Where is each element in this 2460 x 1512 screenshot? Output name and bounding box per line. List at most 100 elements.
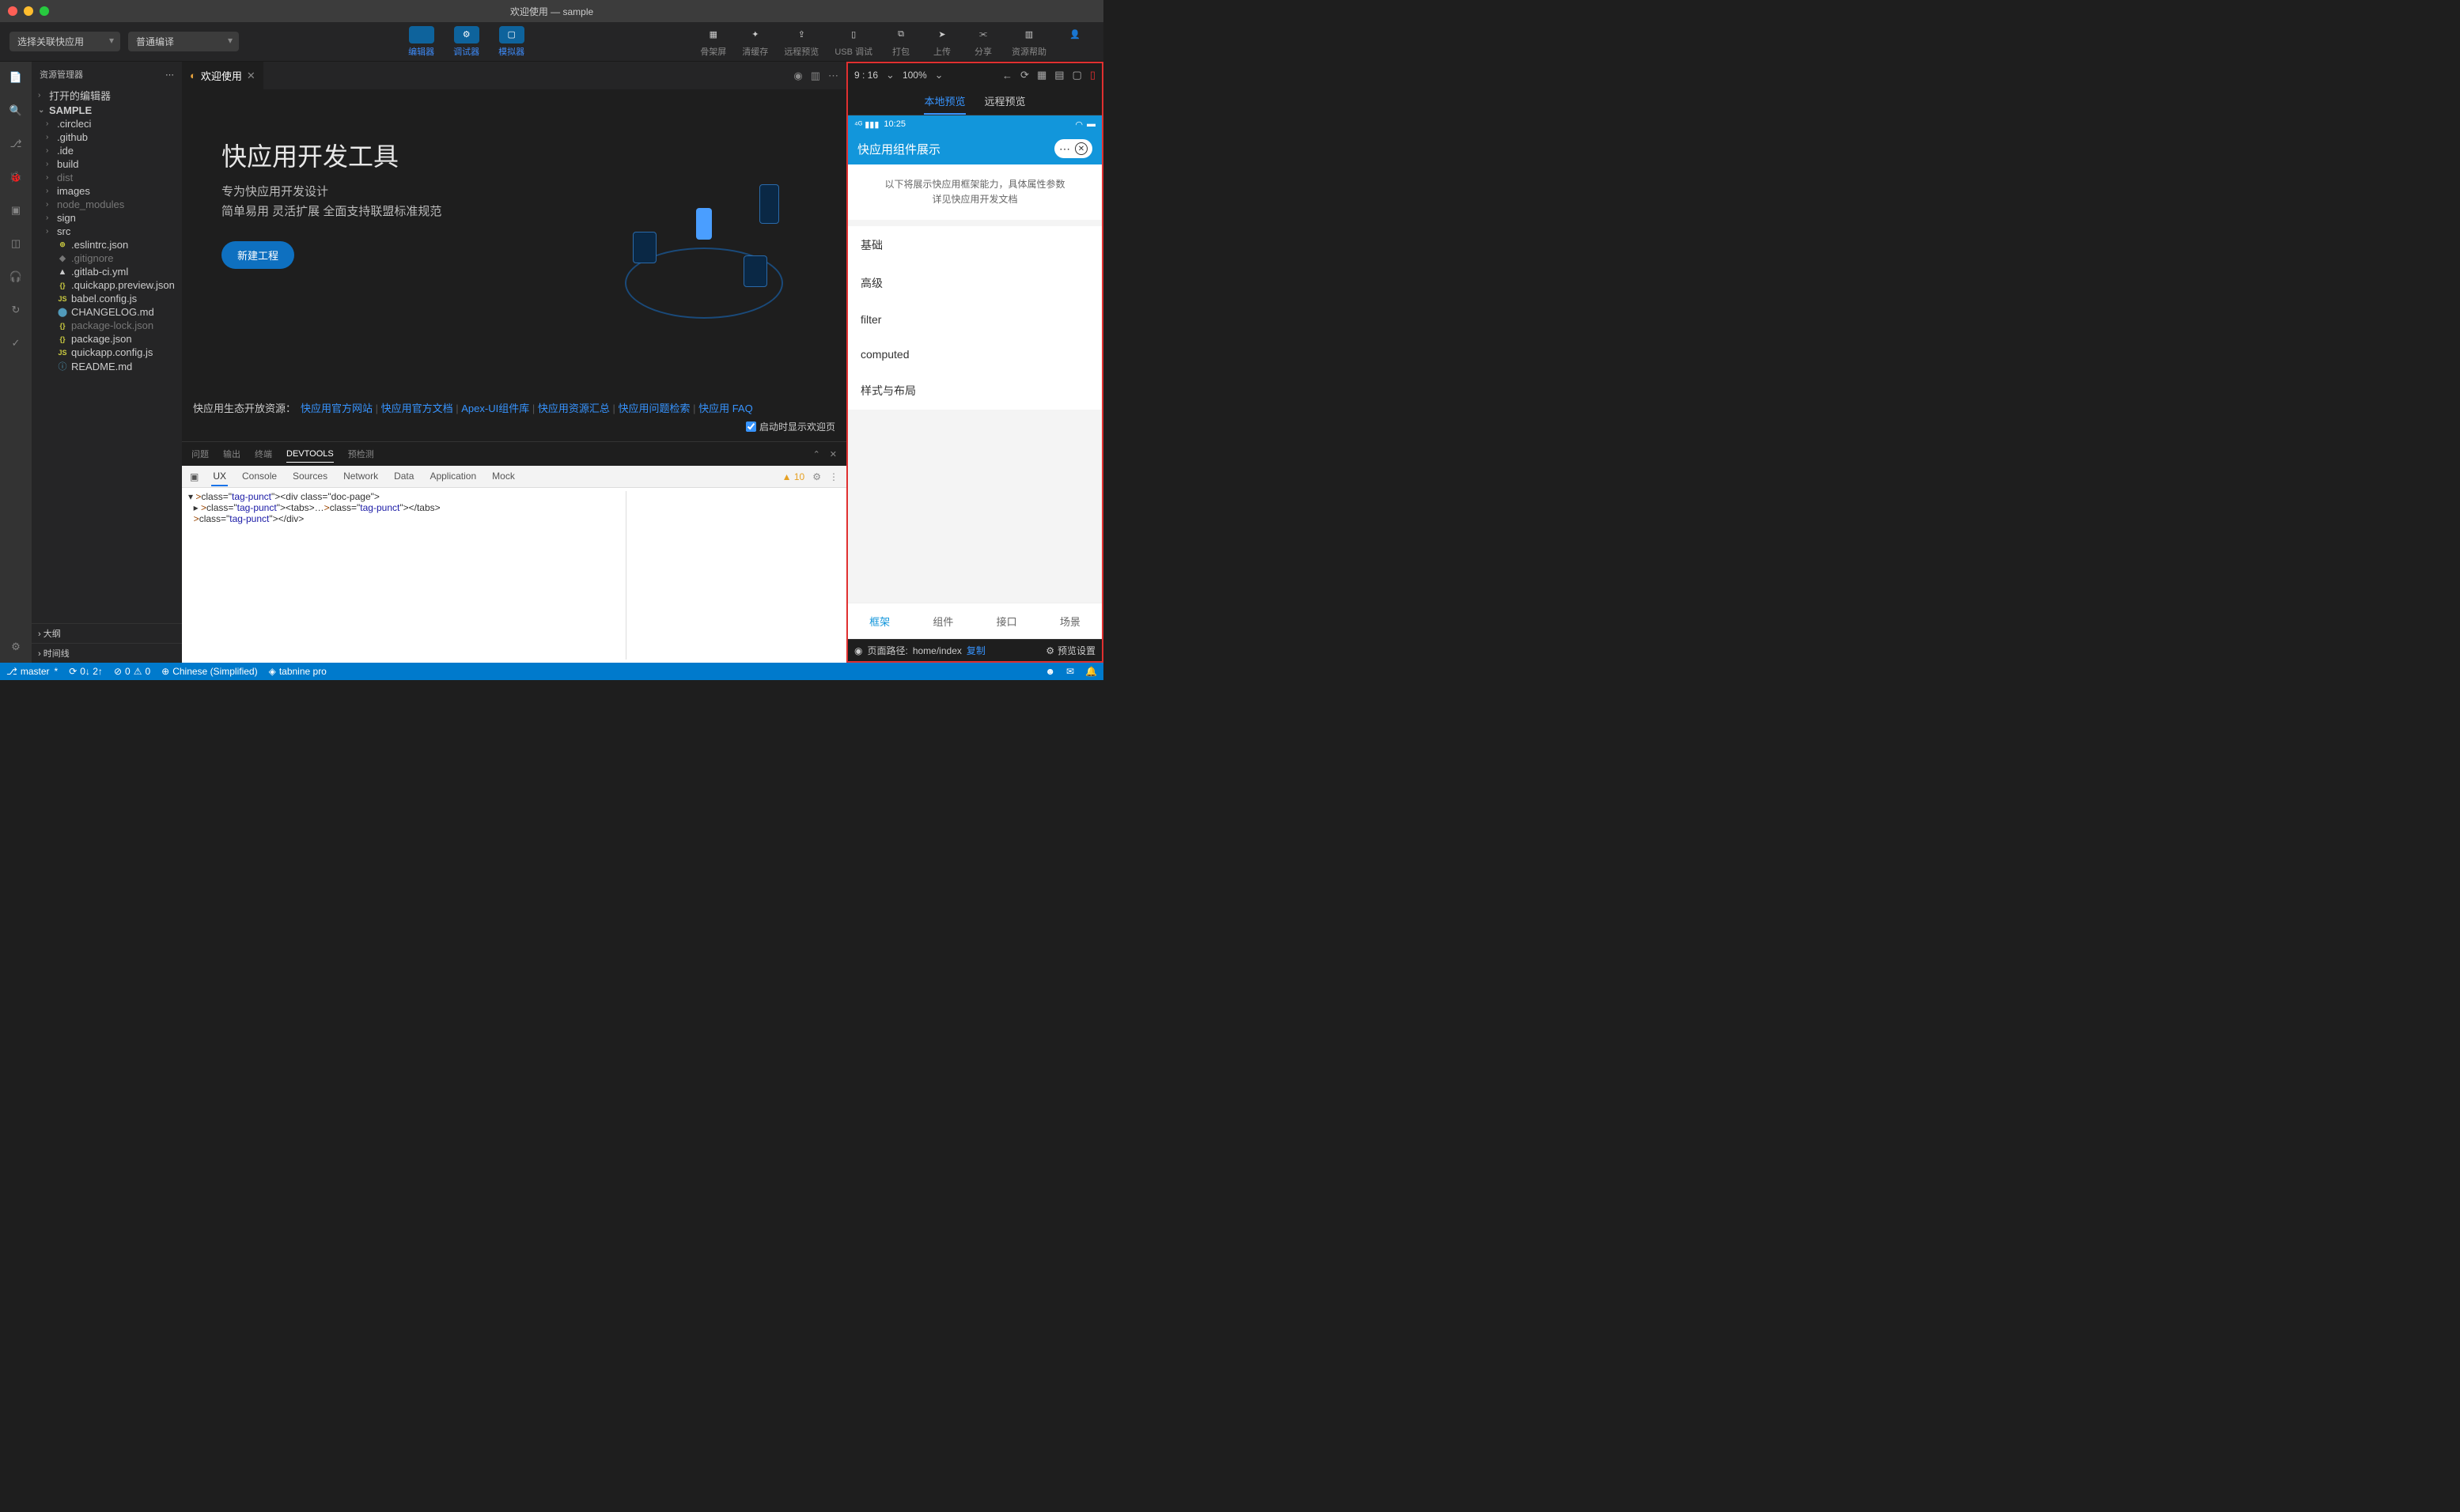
resource-link-3[interactable]: 快应用资源汇总 [538,403,610,414]
toolbar-骨架屏[interactable]: ▦骨架屏 [694,23,732,61]
devtools-tab-Network[interactable]: Network [342,467,380,486]
resource-link-5[interactable]: 快应用 FAQ [698,403,753,414]
tab-more-icon[interactable]: ⋯ [828,70,838,82]
close-tab-icon[interactable]: ✕ [247,70,255,82]
file-images[interactable]: ›images [32,184,182,198]
file-.gitlab-ci.yml[interactable]: ▲.gitlab-ci.yml [32,265,182,278]
startup-checkbox[interactable]: 启动时显示欢迎页 [746,420,835,433]
window-minimize[interactable] [24,6,33,16]
devtools-tab-Application[interactable]: Application [428,467,478,486]
language-status[interactable]: ⊕ Chinese (Simplified) [161,666,257,677]
file-.ide[interactable]: ›.ide [32,144,182,157]
preview-adjust-icon[interactable]: ▤ [1054,69,1064,81]
file-package-lock.json[interactable]: {}package-lock.json [32,319,182,332]
search-icon[interactable]: 🔍 [6,101,25,120]
file-.gitignore[interactable]: ◆.gitignore [32,251,182,265]
scm-icon[interactable]: ⎇ [6,134,25,153]
tabnine-status[interactable]: ◈ tabnine pro [269,666,327,677]
devtools-tab-Sources[interactable]: Sources [291,467,329,486]
support-icon[interactable]: 🎧 [6,267,25,286]
resource-link-1[interactable]: 快应用官方文档 [381,403,453,414]
window-close[interactable] [8,6,17,16]
panel-tab-终端[interactable]: 终端 [255,444,272,463]
file-babel.config.js[interactable]: JSbabel.config.js [32,292,182,305]
file-.circleci[interactable]: ›.circleci [32,117,182,130]
mode-模拟器[interactable]: ▢模拟器 [492,23,531,61]
welcome-tab[interactable]: ◐ 欢迎使用 ✕ [182,62,264,89]
mode-编辑器[interactable]: 编辑器 [402,23,441,61]
file-sign[interactable]: ›sign [32,211,182,225]
toolbar-打包[interactable]: ⧉打包 [882,23,920,61]
preview-window-icon[interactable]: ▢ [1073,69,1082,81]
layout-icon[interactable]: ▣ [6,201,25,220]
file-quickapp.config.js[interactable]: JSquickapp.config.js [32,346,182,359]
preview-ratio[interactable]: 9 : 16 [854,70,878,81]
sidebar-more-icon[interactable]: ⋯ [165,70,174,80]
timeline-section[interactable]: › 时间线 [32,643,182,663]
file-dist[interactable]: ›dist [32,171,182,184]
preview-device-icon[interactable]: ▯ [1090,69,1096,81]
file-build[interactable]: ›build [32,157,182,171]
extensions-icon[interactable]: ◫ [6,234,25,253]
devtools-tab-Mock[interactable]: Mock [490,467,517,486]
file-CHANGELOG.md[interactable]: ⬤CHANGELOG.md [32,305,182,319]
devtools-tab-UX[interactable]: UX [211,467,228,486]
problems-count[interactable]: ⊘ 0 ⚠ 0 [114,666,150,677]
preview-zoom[interactable]: 100% [903,70,927,81]
file-README.md[interactable]: ⓘREADME.md [32,359,182,373]
file-.quickapp.preview.json[interactable]: {}.quickapp.preview.json [32,278,182,292]
panel-collapse-icon[interactable]: ⌃ [813,449,820,459]
phone-item-filter[interactable]: filter [848,302,1102,337]
phone-tab-组件[interactable]: 组件 [911,603,975,639]
phone-capsule[interactable]: ⋯ ✕ [1054,139,1092,158]
debug-icon[interactable]: 🐞 [6,168,25,187]
file-node_modules[interactable]: ›node_modules [32,198,182,211]
history-icon[interactable]: ↻ [6,301,25,319]
mode-调试器[interactable]: ⚙调试器 [447,23,486,61]
settings-icon[interactable]: ⚙ [6,637,25,656]
devtools-inspect-icon[interactable]: ▣ [190,471,199,482]
feedback-icon[interactable]: ☻ [1045,666,1055,677]
check-icon[interactable]: ✓ [6,334,25,353]
panel-tab-DEVTOOLS[interactable]: DEVTOOLS [286,446,334,463]
devtools-warning-badge[interactable]: ▲ 10 [782,471,805,482]
new-project-button[interactable]: 新建工程 [221,241,294,269]
devtools-settings-icon[interactable]: ⚙ [812,471,821,482]
file-src[interactable]: ›src [32,225,182,238]
file-.github[interactable]: ›.github [32,130,182,144]
preview-tab-local[interactable]: 本地预览 [924,87,965,115]
split-editor-icon[interactable]: ▥ [811,70,820,82]
zoom-dropdown-icon[interactable]: ⌄ [935,69,944,81]
git-sync[interactable]: ⟳ 0↓ 2↑ [69,666,103,677]
preview-settings-button[interactable]: ⚙ 预览设置 [1046,644,1096,657]
panel-tab-输出[interactable]: 输出 [223,444,240,463]
resource-link-2[interactable]: Apex-UI组件库 [461,403,529,414]
preview-tab-remote[interactable]: 远程预览 [985,87,1026,115]
app-select-dropdown[interactable]: 选择关联快应用 [9,32,120,51]
window-maximize[interactable] [40,6,49,16]
watch-icon[interactable]: ◉ [793,70,802,82]
bell-icon[interactable]: 🔔 [1085,666,1097,677]
capsule-close-icon[interactable]: ✕ [1075,142,1088,155]
toolbar-user[interactable]: 👤 [1056,23,1094,61]
phone-tab-框架[interactable]: 框架 [848,603,911,639]
resource-link-0[interactable]: 快应用官方网站 [301,403,373,414]
phone-tab-场景[interactable]: 场景 [1039,603,1102,639]
git-branch[interactable]: ⎇ master* [6,666,58,677]
phone-item-computed[interactable]: computed [848,337,1102,372]
file-package.json[interactable]: {}package.json [32,332,182,346]
toolbar-上传[interactable]: ➤上传 [923,23,961,61]
phone-tab-接口[interactable]: 接口 [975,603,1039,639]
panel-close-icon[interactable]: ✕ [830,449,837,459]
panel-tab-预检测[interactable]: 预检测 [348,444,374,463]
toolbar-远程预览[interactable]: ⇪远程预览 [778,23,825,61]
compile-mode-dropdown[interactable]: 普通编译 [128,32,239,51]
devtools-tab-Data[interactable]: Data [392,467,415,486]
toolbar-资源帮助[interactable]: ▥资源帮助 [1005,23,1053,61]
toolbar-USB 调试[interactable]: ▯USB 调试 [828,23,879,61]
copy-path-link[interactable]: 复制 [967,644,986,657]
mail-icon[interactable]: ✉ [1066,666,1074,677]
project-root[interactable]: ⌄SAMPLE [32,104,182,117]
file-.eslintrc.json[interactable]: ⊚.eslintrc.json [32,238,182,251]
devtools-tab-Console[interactable]: Console [240,467,278,486]
